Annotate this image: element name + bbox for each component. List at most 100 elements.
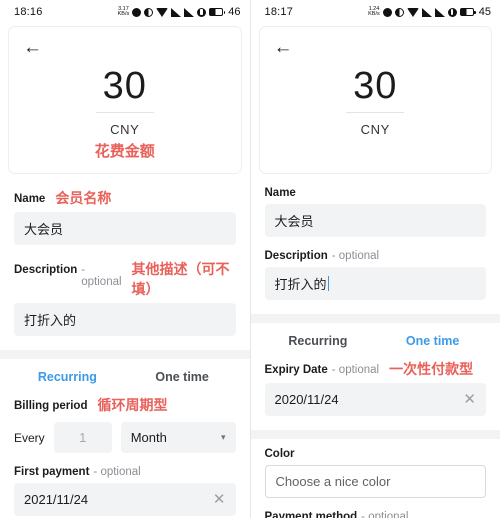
signal-icon: [184, 7, 195, 17]
expiry-date-optional: - optional: [331, 364, 380, 376]
first-payment-optional: - optional: [93, 466, 141, 478]
name-input-value: 大会员: [274, 214, 314, 229]
expiry-date-label: Expiry Date: [264, 364, 328, 376]
description-input-value: 打折入的: [24, 313, 77, 328]
every-label: Every: [14, 430, 45, 445]
description-field-group: Description - optional 其他描述（可不填） 打折入的: [14, 258, 236, 336]
first-payment-value: 2021/11/24: [24, 492, 89, 507]
status-bar: 18:17 1.24 KB/s 45: [251, 0, 500, 24]
alarm-icon: [382, 7, 392, 17]
left-screen: 18:16 3.17 KB/s 46 ← 30 CNY 花费金额 Name 会员…: [0, 0, 250, 518]
first-payment-label-row: First payment - optional: [14, 466, 236, 478]
network-speed-icon: 1.24 KB/s: [368, 6, 380, 17]
description-optional: - optional: [331, 250, 380, 262]
section-divider-2: [250, 430, 500, 439]
amount-display: 30 CNY: [260, 65, 492, 137]
billing-period-row: Every 1 Month ▾: [14, 422, 236, 453]
screenshot-pair: 18:16 3.17 KB/s 46 ← 30 CNY 花费金额 Name 会员…: [0, 0, 500, 518]
description-field-group: Description - optional 打折入的: [264, 250, 487, 300]
status-icons: 1.24 KB/s 45: [368, 6, 491, 18]
section-divider: [250, 314, 500, 323]
chevron-down-icon: ▾: [220, 432, 226, 442]
annotation-recurring: 循环周期型: [97, 398, 168, 414]
first-payment-label: First payment: [14, 466, 90, 478]
tab-one-time[interactable]: One time: [125, 368, 240, 386]
amount-underline: [346, 112, 405, 113]
name-field-group: Name 会员名称 大会员: [14, 187, 236, 245]
billing-count-placeholder: 1: [79, 430, 87, 445]
payment-method-label: Payment method: [264, 511, 358, 518]
first-payment-input[interactable]: 2021/11/24 ✕: [14, 483, 236, 516]
do-not-disturb-icon: [144, 7, 154, 17]
right-form: Name 大会员 Description - optional 打折入的: [251, 187, 500, 300]
expiry-date-label-row: Expiry Date - optional 一次性付款型: [265, 358, 487, 378]
currency-label: CNY: [360, 122, 390, 137]
billing-period-group: Billing period 循环周期型 Every 1 Month ▾: [14, 394, 236, 453]
right-color-section: Color Choose a nice color Payment method…: [251, 448, 500, 518]
battery-icon: [209, 8, 226, 16]
payment-method-group: Payment method - optional: [265, 511, 487, 518]
billing-count-input[interactable]: 1: [53, 422, 112, 453]
location-icon: [197, 7, 207, 17]
amount-card: ← 30 CNY: [258, 26, 492, 174]
status-icons: 3.17 KB/s 46: [118, 6, 241, 18]
back-arrow-icon[interactable]: ←: [23, 38, 42, 57]
description-label: Description: [14, 264, 78, 276]
amount-value[interactable]: 30: [9, 65, 241, 107]
signal-icon: [171, 7, 182, 17]
clear-icon[interactable]: ✕: [463, 392, 476, 407]
text-cursor: [327, 276, 329, 291]
name-label-row: Name: [265, 187, 487, 199]
wifi-icon: [156, 7, 169, 17]
billing-type-tabs: Recurring One time: [0, 368, 250, 386]
billing-period-label: Billing period: [14, 400, 88, 412]
clear-icon[interactable]: ✕: [213, 492, 226, 507]
color-label-row: Color: [265, 448, 487, 460]
payment-method-optional: - optional: [361, 511, 409, 518]
expiry-date-group: Expiry Date - optional 一次性付款型 2020/11/24…: [264, 358, 487, 416]
name-label-row: Name 会员名称: [14, 187, 236, 207]
battery-percent: 45: [478, 6, 491, 18]
description-input[interactable]: 打折入的: [14, 303, 236, 336]
annotation-description: 其他描述（可不填）: [131, 262, 230, 298]
tab-recurring[interactable]: Recurring: [10, 368, 125, 386]
color-placeholder: Choose a nice color: [275, 474, 391, 489]
wifi-icon: [406, 7, 419, 17]
annotation-amount: 花费金额: [94, 142, 155, 160]
billing-unit-select[interactable]: Month ▾: [120, 422, 236, 453]
tab-one-time[interactable]: One time: [375, 332, 490, 350]
left-form: Name 会员名称 大会员 Description - optional 其他描…: [0, 187, 250, 336]
name-label: Name: [14, 193, 46, 205]
expiry-date-input[interactable]: 2020/11/24 ✕: [264, 383, 486, 416]
location-icon: [447, 7, 457, 17]
tab-recurring[interactable]: Recurring: [261, 332, 376, 350]
name-input-value: 大会员: [24, 222, 64, 237]
network-speed-icon: 3.17 KB/s: [117, 6, 130, 17]
back-arrow-icon[interactable]: ←: [274, 38, 293, 57]
status-time: 18:16: [14, 6, 43, 18]
description-label-row: Description - optional 其他描述（可不填）: [14, 258, 236, 298]
description-label: Description: [264, 250, 328, 262]
currency-label: CNY: [110, 122, 140, 137]
billing-period-label-row: Billing period 循环周期型: [14, 394, 236, 414]
description-input[interactable]: 打折入的: [264, 267, 486, 300]
status-time: 18:17: [264, 6, 294, 18]
description-input-value: 打折入的: [274, 277, 327, 292]
left-recurring-form: Billing period 循环周期型 Every 1 Month ▾ Fir…: [0, 394, 250, 516]
description-label-row: Description - optional: [265, 250, 487, 262]
name-input[interactable]: 大会员: [264, 204, 486, 237]
right-onetime-form: Expiry Date - optional 一次性付款型 2020/11/24…: [251, 358, 500, 416]
payment-method-label-row: Payment method - optional: [265, 511, 487, 518]
color-input[interactable]: Choose a nice color: [264, 465, 486, 498]
expiry-date-value: 2020/11/24: [274, 392, 339, 407]
name-field-group: Name 大会员: [264, 187, 487, 237]
signal-icon: [434, 7, 445, 17]
status-bar: 18:16 3.17 KB/s 46: [0, 0, 250, 24]
amount-value[interactable]: 30: [260, 65, 492, 107]
color-field-group: Color Choose a nice color: [264, 448, 487, 498]
right-screen: 18:17 1.24 KB/s 45 ← 30 CNY Name 大会员 Des…: [249, 0, 500, 518]
first-payment-group: First payment - optional 2021/11/24 ✕: [14, 466, 236, 516]
name-input[interactable]: 大会员: [14, 212, 236, 245]
billing-unit-value: Month: [130, 430, 167, 445]
billing-type-tabs: Recurring One time: [251, 332, 500, 350]
